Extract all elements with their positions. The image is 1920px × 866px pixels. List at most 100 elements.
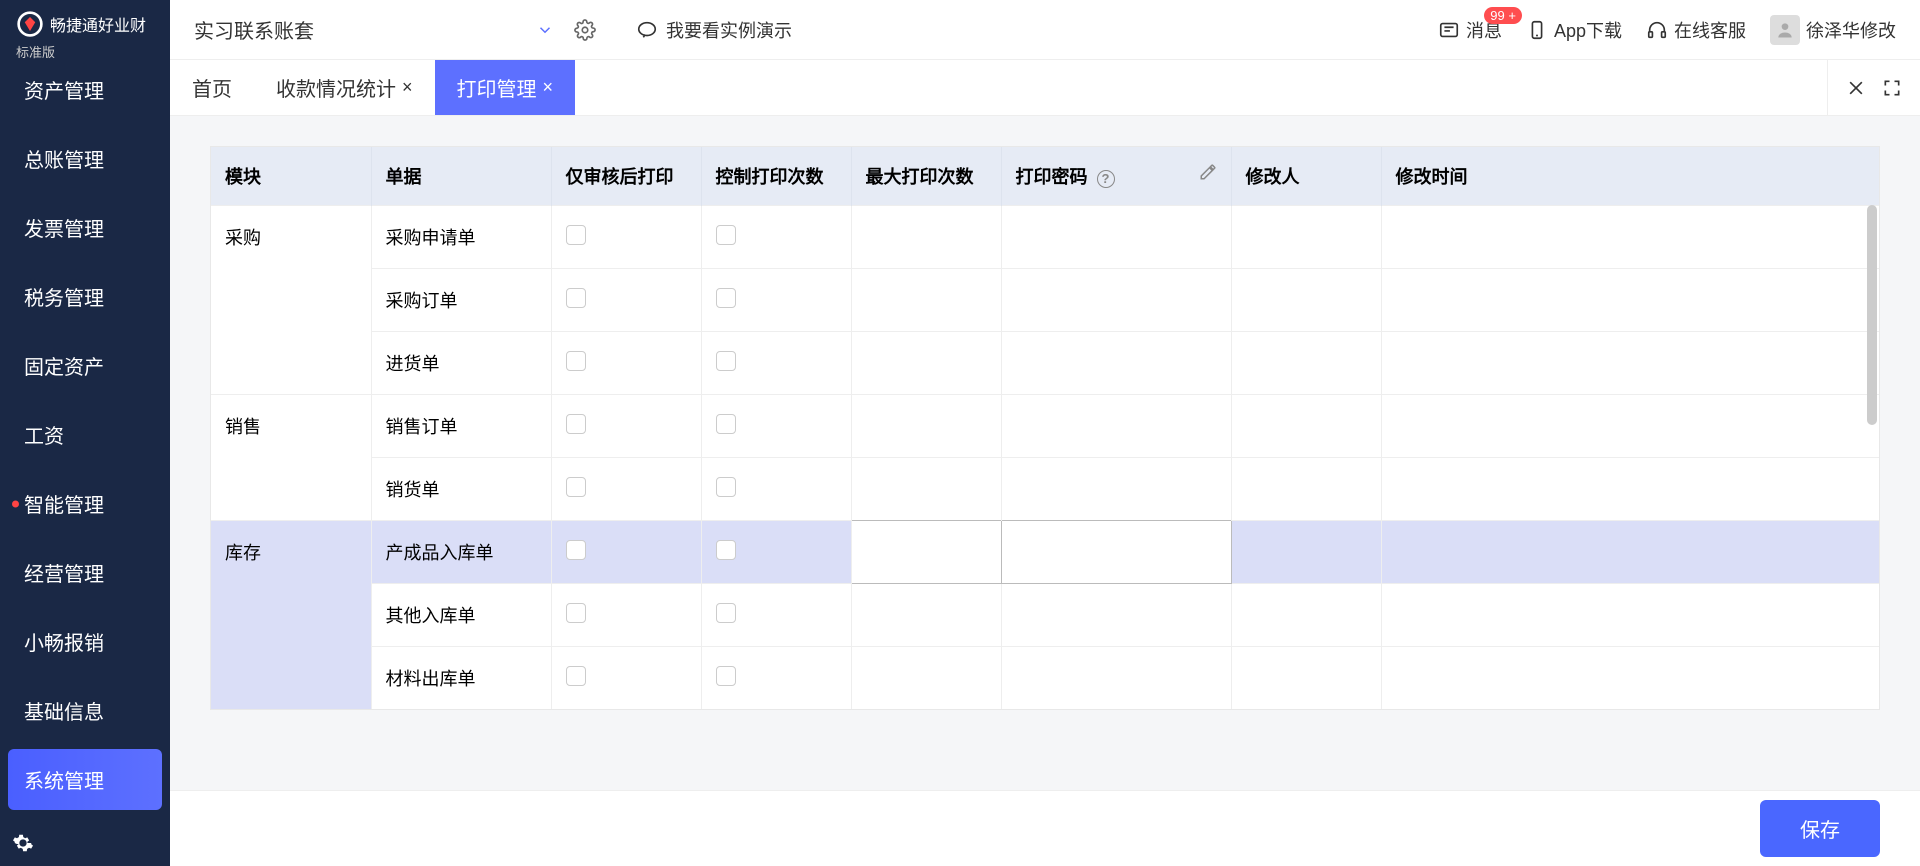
checkbox-cell xyxy=(701,458,851,521)
account-selector[interactable]: 实习联系账套 xyxy=(194,15,554,44)
save-button[interactable]: 保存 xyxy=(1760,800,1880,857)
nav-item-6[interactable]: 智能管理 xyxy=(0,469,170,538)
table-row[interactable]: 库存产成品入库单 xyxy=(211,521,1879,584)
checkbox[interactable] xyxy=(566,540,586,560)
close-icon[interactable]: × xyxy=(543,77,554,98)
header-settings-icon[interactable] xyxy=(574,19,596,41)
table-row[interactable]: 销货单 xyxy=(211,458,1879,521)
table-row[interactable]: 材料出库单 xyxy=(211,647,1879,710)
checkbox[interactable] xyxy=(716,477,736,497)
checkbox[interactable] xyxy=(566,477,586,497)
checkbox[interactable] xyxy=(566,666,586,686)
max-count-cell xyxy=(851,206,1001,269)
checkbox[interactable] xyxy=(716,288,736,308)
doc-cell: 其他入库单 xyxy=(371,584,551,647)
close-icon[interactable]: × xyxy=(402,77,413,98)
tab-0[interactable]: 首页 xyxy=(170,60,254,115)
nav-item-11[interactable]: 企业协同 xyxy=(0,814,170,820)
content-area: 模块 单据 仅审核后打印 控制打印次数 最大打印次数 打印密码 ? xyxy=(170,116,1920,866)
doc-cell: 采购订单 xyxy=(371,269,551,332)
nav-item-9[interactable]: 基础信息 xyxy=(0,676,170,745)
nav-item-10[interactable]: 系统管理 xyxy=(8,749,162,810)
checkbox[interactable] xyxy=(716,351,736,371)
table-row[interactable]: 进货单 xyxy=(211,332,1879,395)
nav-item-2[interactable]: 发票管理 xyxy=(0,193,170,262)
service-button[interactable]: 在线客服 xyxy=(1646,17,1746,43)
checkbox[interactable] xyxy=(566,288,586,308)
modify-time-cell xyxy=(1381,395,1879,458)
doc-cell: 销货单 xyxy=(371,458,551,521)
checkbox[interactable] xyxy=(716,414,736,434)
checkbox[interactable] xyxy=(566,603,586,623)
demo-label: 我要看实例演示 xyxy=(666,17,792,43)
account-name: 实习联系账套 xyxy=(194,15,314,44)
download-label: App下载 xyxy=(1554,17,1622,43)
modifier-cell xyxy=(1231,647,1381,710)
tab-label: 打印管理 xyxy=(457,73,537,102)
nav-item-5[interactable]: 工资 xyxy=(0,400,170,469)
user-menu[interactable]: 徐泽华修改 xyxy=(1770,15,1896,45)
tab-1[interactable]: 收款情况统计× xyxy=(254,60,435,115)
module-cell: 库存 xyxy=(211,521,371,710)
download-button[interactable]: App下载 xyxy=(1526,17,1622,43)
checkbox[interactable] xyxy=(716,666,736,686)
nav-item-7[interactable]: 经营管理 xyxy=(0,538,170,607)
password-cell[interactable] xyxy=(1001,521,1231,584)
demo-link[interactable]: 我要看实例演示 xyxy=(636,17,792,43)
checkbox[interactable] xyxy=(566,351,586,371)
checkbox[interactable] xyxy=(716,540,736,560)
gear-icon xyxy=(12,832,158,854)
phone-icon xyxy=(1526,19,1548,41)
checkbox-cell xyxy=(551,584,701,647)
messages-button[interactable]: 消息 99 + xyxy=(1438,17,1502,43)
table-row[interactable]: 其他入库单 xyxy=(211,584,1879,647)
modifier-cell xyxy=(1231,458,1381,521)
modifier-cell xyxy=(1231,395,1381,458)
fullscreen-icon[interactable] xyxy=(1882,78,1902,98)
avatar-icon xyxy=(1770,15,1800,45)
tab-2[interactable]: 打印管理 × xyxy=(435,60,576,115)
modify-time-cell xyxy=(1381,206,1879,269)
close-all-tabs[interactable] xyxy=(1846,78,1866,98)
help-icon[interactable]: ? xyxy=(1097,170,1115,188)
checkbox-cell xyxy=(551,332,701,395)
checkbox[interactable] xyxy=(566,414,586,434)
checkbox-cell xyxy=(701,332,851,395)
brand-icon xyxy=(16,10,44,38)
table-row[interactable]: 采购订单 xyxy=(211,269,1879,332)
checkbox[interactable] xyxy=(566,225,586,245)
checkbox[interactable] xyxy=(716,603,736,623)
checkbox-cell xyxy=(701,521,851,584)
nav-item-3[interactable]: 税务管理 xyxy=(0,262,170,331)
max-count-cell[interactable] xyxy=(851,521,1001,584)
checkbox-cell xyxy=(701,206,851,269)
scrollbar[interactable] xyxy=(1867,205,1877,425)
th-control: 控制打印次数 xyxy=(701,147,851,206)
table-row[interactable]: 采购采购申请单 xyxy=(211,206,1879,269)
module-cell: 销售 xyxy=(211,395,371,521)
checkbox-cell xyxy=(701,584,851,647)
sidebar-settings[interactable] xyxy=(0,820,170,866)
th-doc: 单据 xyxy=(371,147,551,206)
max-count-cell xyxy=(851,584,1001,647)
th-modify-time: 修改时间 xyxy=(1381,147,1879,206)
nav-item-1[interactable]: 总账管理 xyxy=(0,124,170,193)
doc-cell: 采购申请单 xyxy=(371,206,551,269)
nav-item-8[interactable]: 小畅报销 xyxy=(0,607,170,676)
modifier-cell xyxy=(1231,332,1381,395)
max-count-cell xyxy=(851,269,1001,332)
edit-icon[interactable] xyxy=(1199,163,1217,181)
table-row[interactable]: 销售销售订单 xyxy=(211,395,1879,458)
nav-item-0[interactable]: 资产管理 xyxy=(0,69,170,124)
modify-time-cell xyxy=(1381,521,1879,584)
modifier-cell xyxy=(1231,269,1381,332)
checkbox-cell xyxy=(551,269,701,332)
modify-time-cell xyxy=(1381,269,1879,332)
checkbox[interactable] xyxy=(716,225,736,245)
checkbox-cell xyxy=(551,206,701,269)
message-icon xyxy=(1438,19,1460,41)
header: 实习联系账套 我要看实例演示 消息 9 xyxy=(170,0,1920,60)
user-name: 徐泽华修改 xyxy=(1806,17,1896,43)
nav-item-4[interactable]: 固定资产 xyxy=(0,331,170,400)
checkbox-cell xyxy=(551,458,701,521)
